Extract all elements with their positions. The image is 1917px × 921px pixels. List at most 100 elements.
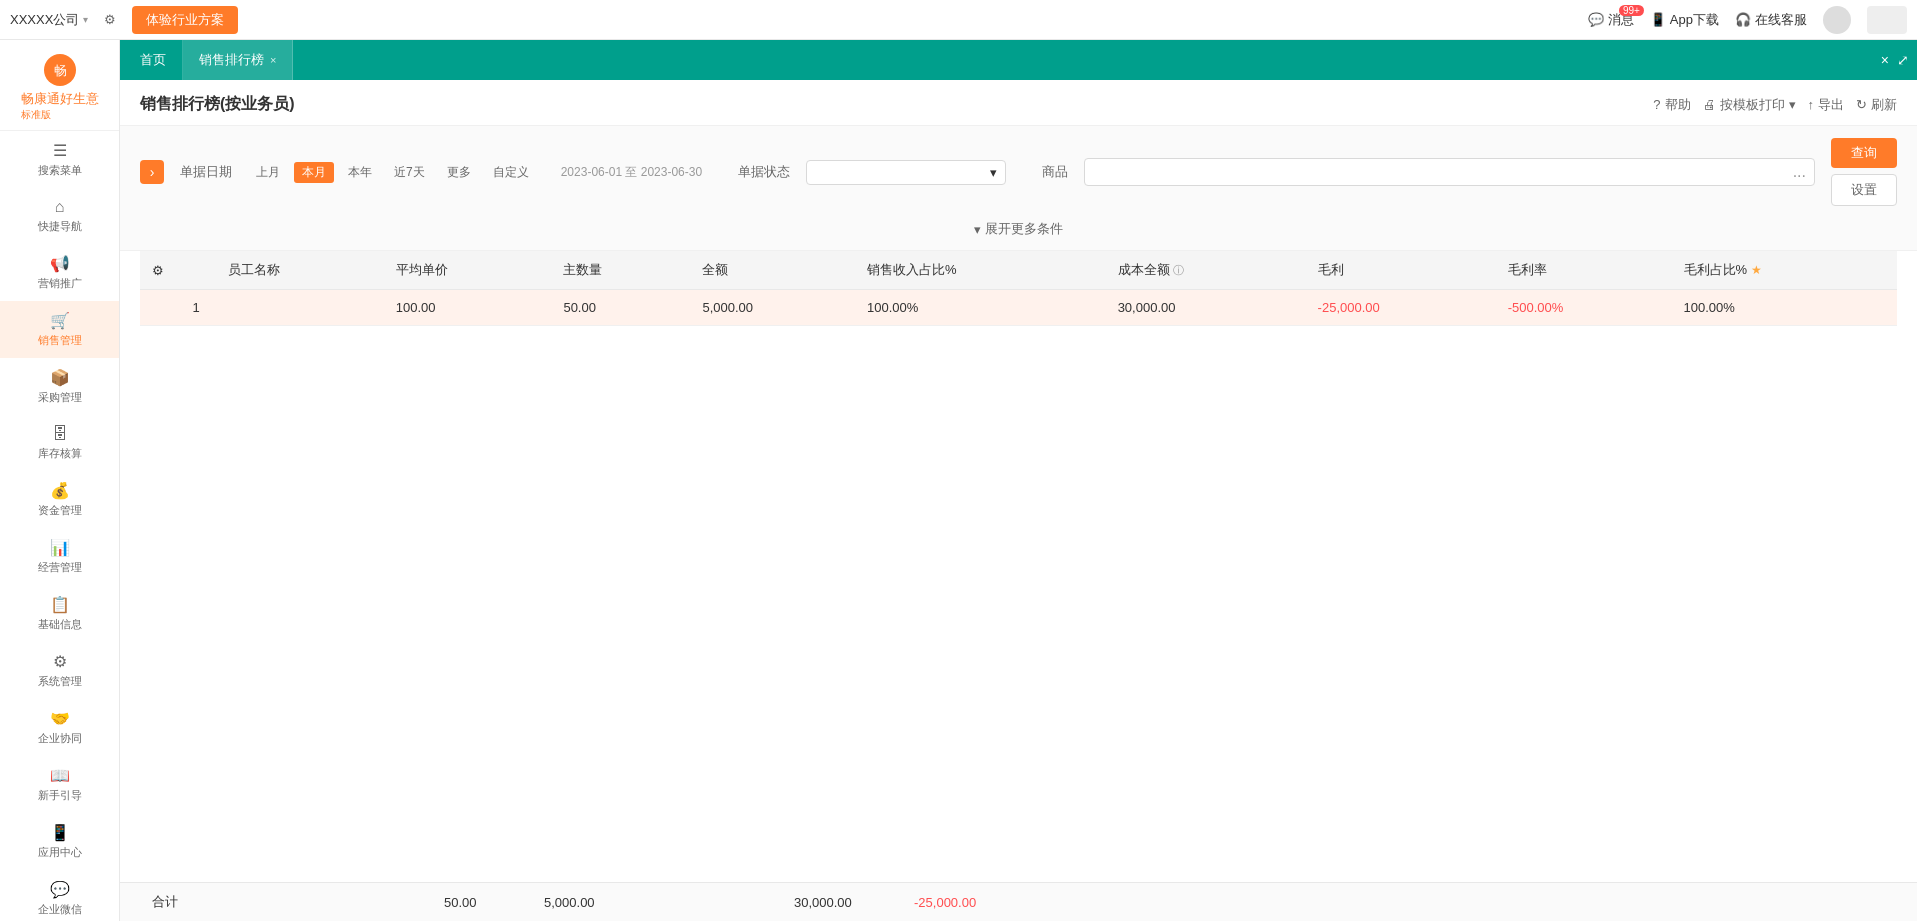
- row-settings: [140, 290, 176, 326]
- sidebar-icon-quick-nav: ⌂: [55, 198, 65, 216]
- footer-gross: -25,000.00: [902, 895, 988, 910]
- sidebar-label-base-info: 基础信息: [38, 617, 82, 632]
- shortcut-custom[interactable]: 自定义: [485, 162, 537, 183]
- goods-filter-label: 商品: [1042, 163, 1068, 181]
- expand-row: ▾ 展开更多条件: [140, 212, 1897, 238]
- table-row: 1 100.00 50.00 5,000.00 100.00% 30,000.0…: [140, 290, 1897, 326]
- tab-close-window-icon[interactable]: ×: [1881, 52, 1889, 68]
- sidebar-item-marketing[interactable]: 📢 营销推广: [0, 244, 119, 301]
- sidebar-item-search[interactable]: ☰ 搜索菜单: [0, 131, 119, 188]
- trial-button[interactable]: 体验行业方案: [132, 6, 238, 34]
- data-table: ⚙ 员工名称 平均单价 主数量 全额 销售收入占比% 成本全额 ⓘ 毛利 毛利率: [140, 251, 1897, 326]
- query-button[interactable]: 查询: [1831, 138, 1897, 168]
- th-avg-price: 平均单价: [384, 251, 552, 290]
- online-service-button[interactable]: 🎧 在线客服: [1735, 11, 1807, 29]
- shortcut-this-year[interactable]: 本年: [340, 162, 380, 183]
- help-label: 帮助: [1665, 96, 1691, 114]
- sidebar-item-operations[interactable]: 📊 经营管理: [0, 528, 119, 585]
- row-qty: 50.00: [551, 290, 690, 326]
- th-settings[interactable]: ⚙: [140, 251, 176, 290]
- refresh-icon: ↻: [1856, 97, 1867, 112]
- online-service-label: 在线客服: [1755, 11, 1807, 29]
- shortcut-7-days[interactable]: 近7天: [386, 162, 433, 183]
- sidebar-item-inventory[interactable]: 🗄 库存核算: [0, 415, 119, 471]
- sidebar-item-app-center[interactable]: 📱 应用中心: [0, 813, 119, 870]
- sidebar-icon-guide: 📖: [50, 766, 70, 785]
- print-icon: 🖨: [1703, 97, 1716, 112]
- top-right-actions: 💬 消息 99+ 📱 App下载 🎧 在线客服: [1588, 6, 1907, 34]
- sidebar-icon-inventory: 🗄: [52, 425, 68, 443]
- footer-values: 50.00 5,000.00 30,000.00 -25,000.00: [432, 895, 1885, 910]
- svg-text:畅: 畅: [53, 63, 66, 78]
- sidebar-item-guide[interactable]: 📖 新手引导: [0, 756, 119, 813]
- status-select[interactable]: ▾: [806, 160, 1006, 185]
- sidebar-icon-search: ☰: [53, 141, 67, 160]
- goods-dots[interactable]: ...: [1793, 163, 1806, 181]
- sidebar-item-quick-nav[interactable]: ⌂ 快捷导航: [0, 188, 119, 244]
- tab-maximize-icon[interactable]: ⤢: [1897, 52, 1909, 68]
- sidebar-item-base-info[interactable]: 📋 基础信息: [0, 585, 119, 642]
- template-print-button[interactable]: 🖨 按模板打印 ▾: [1703, 96, 1796, 114]
- avatar[interactable]: [1823, 6, 1851, 34]
- message-badge: 99+: [1619, 5, 1644, 16]
- footer-total-label: 合计: [152, 893, 432, 911]
- shortcut-last-month[interactable]: 上月: [248, 162, 288, 183]
- sidebar-icon-collab: 🤝: [50, 709, 70, 728]
- message-button[interactable]: 💬 消息 99+: [1588, 11, 1634, 29]
- tab-sales-ranking[interactable]: 销售排行榜 ×: [183, 40, 293, 80]
- th-gross: 毛利: [1306, 251, 1496, 290]
- shortcut-more[interactable]: 更多: [439, 162, 479, 183]
- message-icon: 💬: [1588, 12, 1604, 27]
- row-gross-rate: -500.00%: [1496, 290, 1672, 326]
- filter-row-1: › 单据日期 上月 本月 本年 近7天 更多 自定义 2023-06-01 至 …: [140, 138, 1897, 206]
- th-sales-pct: 销售收入占比%: [855, 251, 1106, 290]
- footer-sales-pct: [652, 895, 782, 910]
- sidebar: 畅 畅康通好生意 标准版 ☰ 搜索菜单 ⌂ 快捷导航 📢 营销推广 🛒 销售管理…: [0, 40, 120, 921]
- goods-input[interactable]: ...: [1084, 158, 1815, 186]
- table-area: ⚙ 员工名称 平均单价 主数量 全额 销售收入占比% 成本全额 ⓘ 毛利 毛利率: [120, 251, 1917, 882]
- sidebar-item-collab[interactable]: 🤝 企业协同: [0, 699, 119, 756]
- sidebar-item-finance[interactable]: 💰 资金管理: [0, 471, 119, 528]
- cost-help-icon[interactable]: ⓘ: [1173, 264, 1184, 276]
- main-layout: 畅 畅康通好生意 标准版 ☰ 搜索菜单 ⌂ 快捷导航 📢 营销推广 🛒 销售管理…: [0, 40, 1917, 921]
- company-settings-icon[interactable]: ⚙: [96, 6, 124, 34]
- refresh-label: 刷新: [1871, 96, 1897, 114]
- app-download-label: App下载: [1670, 11, 1719, 29]
- export-icon: ↑: [1808, 97, 1815, 112]
- sidebar-item-wechat[interactable]: 💬 企业微信: [0, 870, 119, 921]
- row-sales-pct: 100.00%: [855, 290, 1106, 326]
- export-button[interactable]: ↑ 导出: [1808, 96, 1845, 114]
- sidebar-item-purchase[interactable]: 📦 采购管理: [0, 358, 119, 415]
- sidebar-item-system[interactable]: ⚙ 系统管理: [0, 642, 119, 699]
- company-selector[interactable]: XXXXX公司 ▾: [10, 11, 88, 29]
- sidebar-item-sales[interactable]: 🛒 销售管理: [0, 301, 119, 358]
- sidebar-icon-purchase: 📦: [50, 368, 70, 387]
- tab-close-icon[interactable]: ×: [270, 54, 276, 66]
- expand-conditions-btn[interactable]: ▾ 展开更多条件: [974, 220, 1063, 238]
- row-gross-pct: 100.00%: [1672, 290, 1898, 326]
- user-name-area[interactable]: [1867, 6, 1907, 34]
- sidebar-label-purchase: 采购管理: [38, 390, 82, 405]
- sidebar-icon-base-info: 📋: [50, 595, 70, 614]
- row-amount: 5,000.00: [690, 290, 855, 326]
- sidebar-label-collab: 企业协同: [38, 731, 82, 746]
- footer-qty: 50.00: [432, 895, 532, 910]
- filter-toggle-btn[interactable]: ›: [140, 160, 164, 184]
- tab-home[interactable]: 首页: [124, 40, 183, 80]
- help-button[interactable]: ? 帮助: [1653, 96, 1690, 114]
- th-amount: 全额: [690, 251, 855, 290]
- sidebar-icon-marketing: 📢: [50, 254, 70, 273]
- sidebar-icon-sales: 🛒: [50, 311, 70, 330]
- company-chevron: ▾: [83, 14, 88, 25]
- app-download-button[interactable]: 📱 App下载: [1650, 11, 1719, 29]
- page-content: 销售排行榜(按业务员) ? 帮助 🖨 按模板打印 ▾ ↑ 导出: [120, 80, 1917, 921]
- app-logo-icon: 畅: [42, 52, 78, 88]
- date-filter-label: 单据日期: [180, 163, 232, 181]
- shortcut-this-month[interactable]: 本月: [294, 162, 334, 183]
- gross-pct-star-icon: ★: [1751, 263, 1762, 277]
- sidebar-label-system: 系统管理: [38, 674, 82, 689]
- phone-icon: 📱: [1650, 12, 1666, 27]
- tab-bar-right: × ⤢: [1881, 52, 1917, 68]
- filter-settings-button[interactable]: 设置: [1831, 174, 1897, 206]
- refresh-button[interactable]: ↻ 刷新: [1856, 96, 1897, 114]
